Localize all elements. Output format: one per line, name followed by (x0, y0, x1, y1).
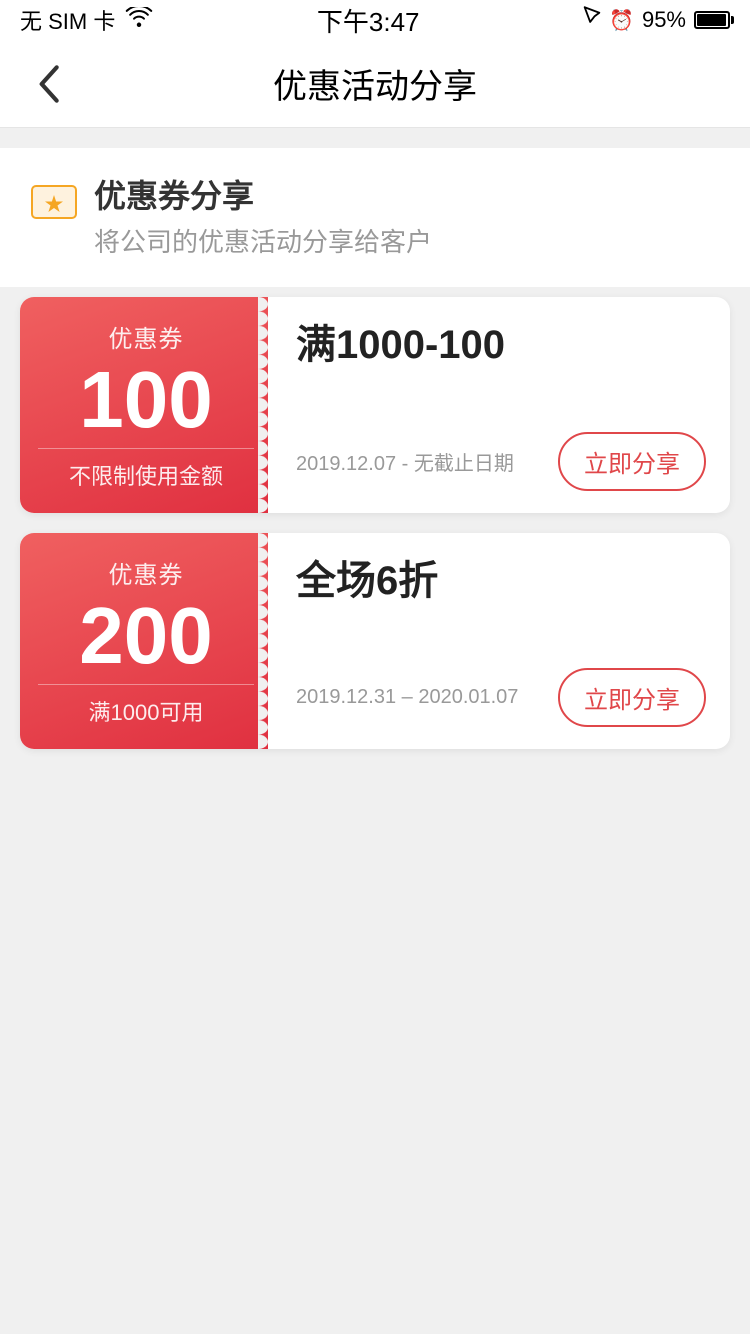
nav-bar: 优惠活动分享 (0, 40, 750, 128)
section-text-group: 优惠券分享 将公司的优惠活动分享给客户 (94, 176, 432, 259)
alarm-icon: ⏰ (609, 8, 634, 33)
status-time: 下午3:47 (317, 2, 420, 39)
back-button[interactable] (28, 62, 72, 106)
coupon-right-2: 全场6折 2019.12.31 – 2020.01.07 立即分享 (268, 533, 730, 749)
battery-icon (694, 11, 730, 29)
coupon-condition-1: 不限制使用金额 (38, 448, 254, 491)
wifi-icon (125, 7, 153, 33)
status-right: ⏰ 95% (583, 6, 730, 34)
coupon-card-2: 优惠券 200 满1000可用 全场6折 2019.12.31 – 2020.0… (20, 533, 730, 749)
coupon-name-2: 全场6折 (296, 555, 706, 607)
carrier-label: 无 SIM 卡 (20, 4, 115, 36)
status-left: 无 SIM 卡 (20, 4, 153, 36)
coupon-bottom-row-2: 2019.12.31 – 2020.01.07 立即分享 (296, 668, 706, 727)
coupon-left-1: 优惠券 100 不限制使用金额 (20, 297, 268, 513)
coupon-date-1: 2019.12.07 - 无截止日期 (296, 447, 558, 476)
section-header: 优惠券分享 将公司的优惠活动分享给客户 (0, 148, 750, 287)
section-subtitle: 将公司的优惠活动分享给客户 (94, 222, 432, 259)
section-title: 优惠券分享 (94, 176, 432, 218)
coupon-left-2: 优惠券 200 满1000可用 (20, 533, 268, 749)
coupon-date-2: 2019.12.31 – 2020.01.07 (296, 686, 558, 709)
status-bar: 无 SIM 卡 下午3:47 ⏰ 95% (0, 0, 750, 40)
coupon-condition-2: 满1000可用 (38, 684, 254, 727)
coupon-value-2: 200 (79, 596, 212, 676)
location-icon (583, 6, 601, 34)
section-header-icon (30, 178, 78, 226)
coupon-list: 优惠券 100 不限制使用金额 满1000-100 2019.12.07 - 无… (0, 297, 750, 749)
coupon-type-label-1: 优惠券 (109, 319, 184, 354)
share-button-1[interactable]: 立即分享 (558, 432, 706, 491)
coupon-name-1: 满1000-100 (296, 319, 706, 371)
coupon-bottom-row-1: 2019.12.07 - 无截止日期 立即分享 (296, 432, 706, 491)
share-button-2[interactable]: 立即分享 (558, 668, 706, 727)
coupon-type-label-2: 优惠券 (109, 555, 184, 590)
bottom-area (0, 749, 750, 1329)
coupon-card: 优惠券 100 不限制使用金额 满1000-100 2019.12.07 - 无… (20, 297, 730, 513)
page-title: 优惠活动分享 (273, 59, 477, 108)
coupon-value-1: 100 (79, 360, 212, 440)
battery-percent: 95% (642, 7, 686, 33)
coupon-right-1: 满1000-100 2019.12.07 - 无截止日期 立即分享 (268, 297, 730, 513)
